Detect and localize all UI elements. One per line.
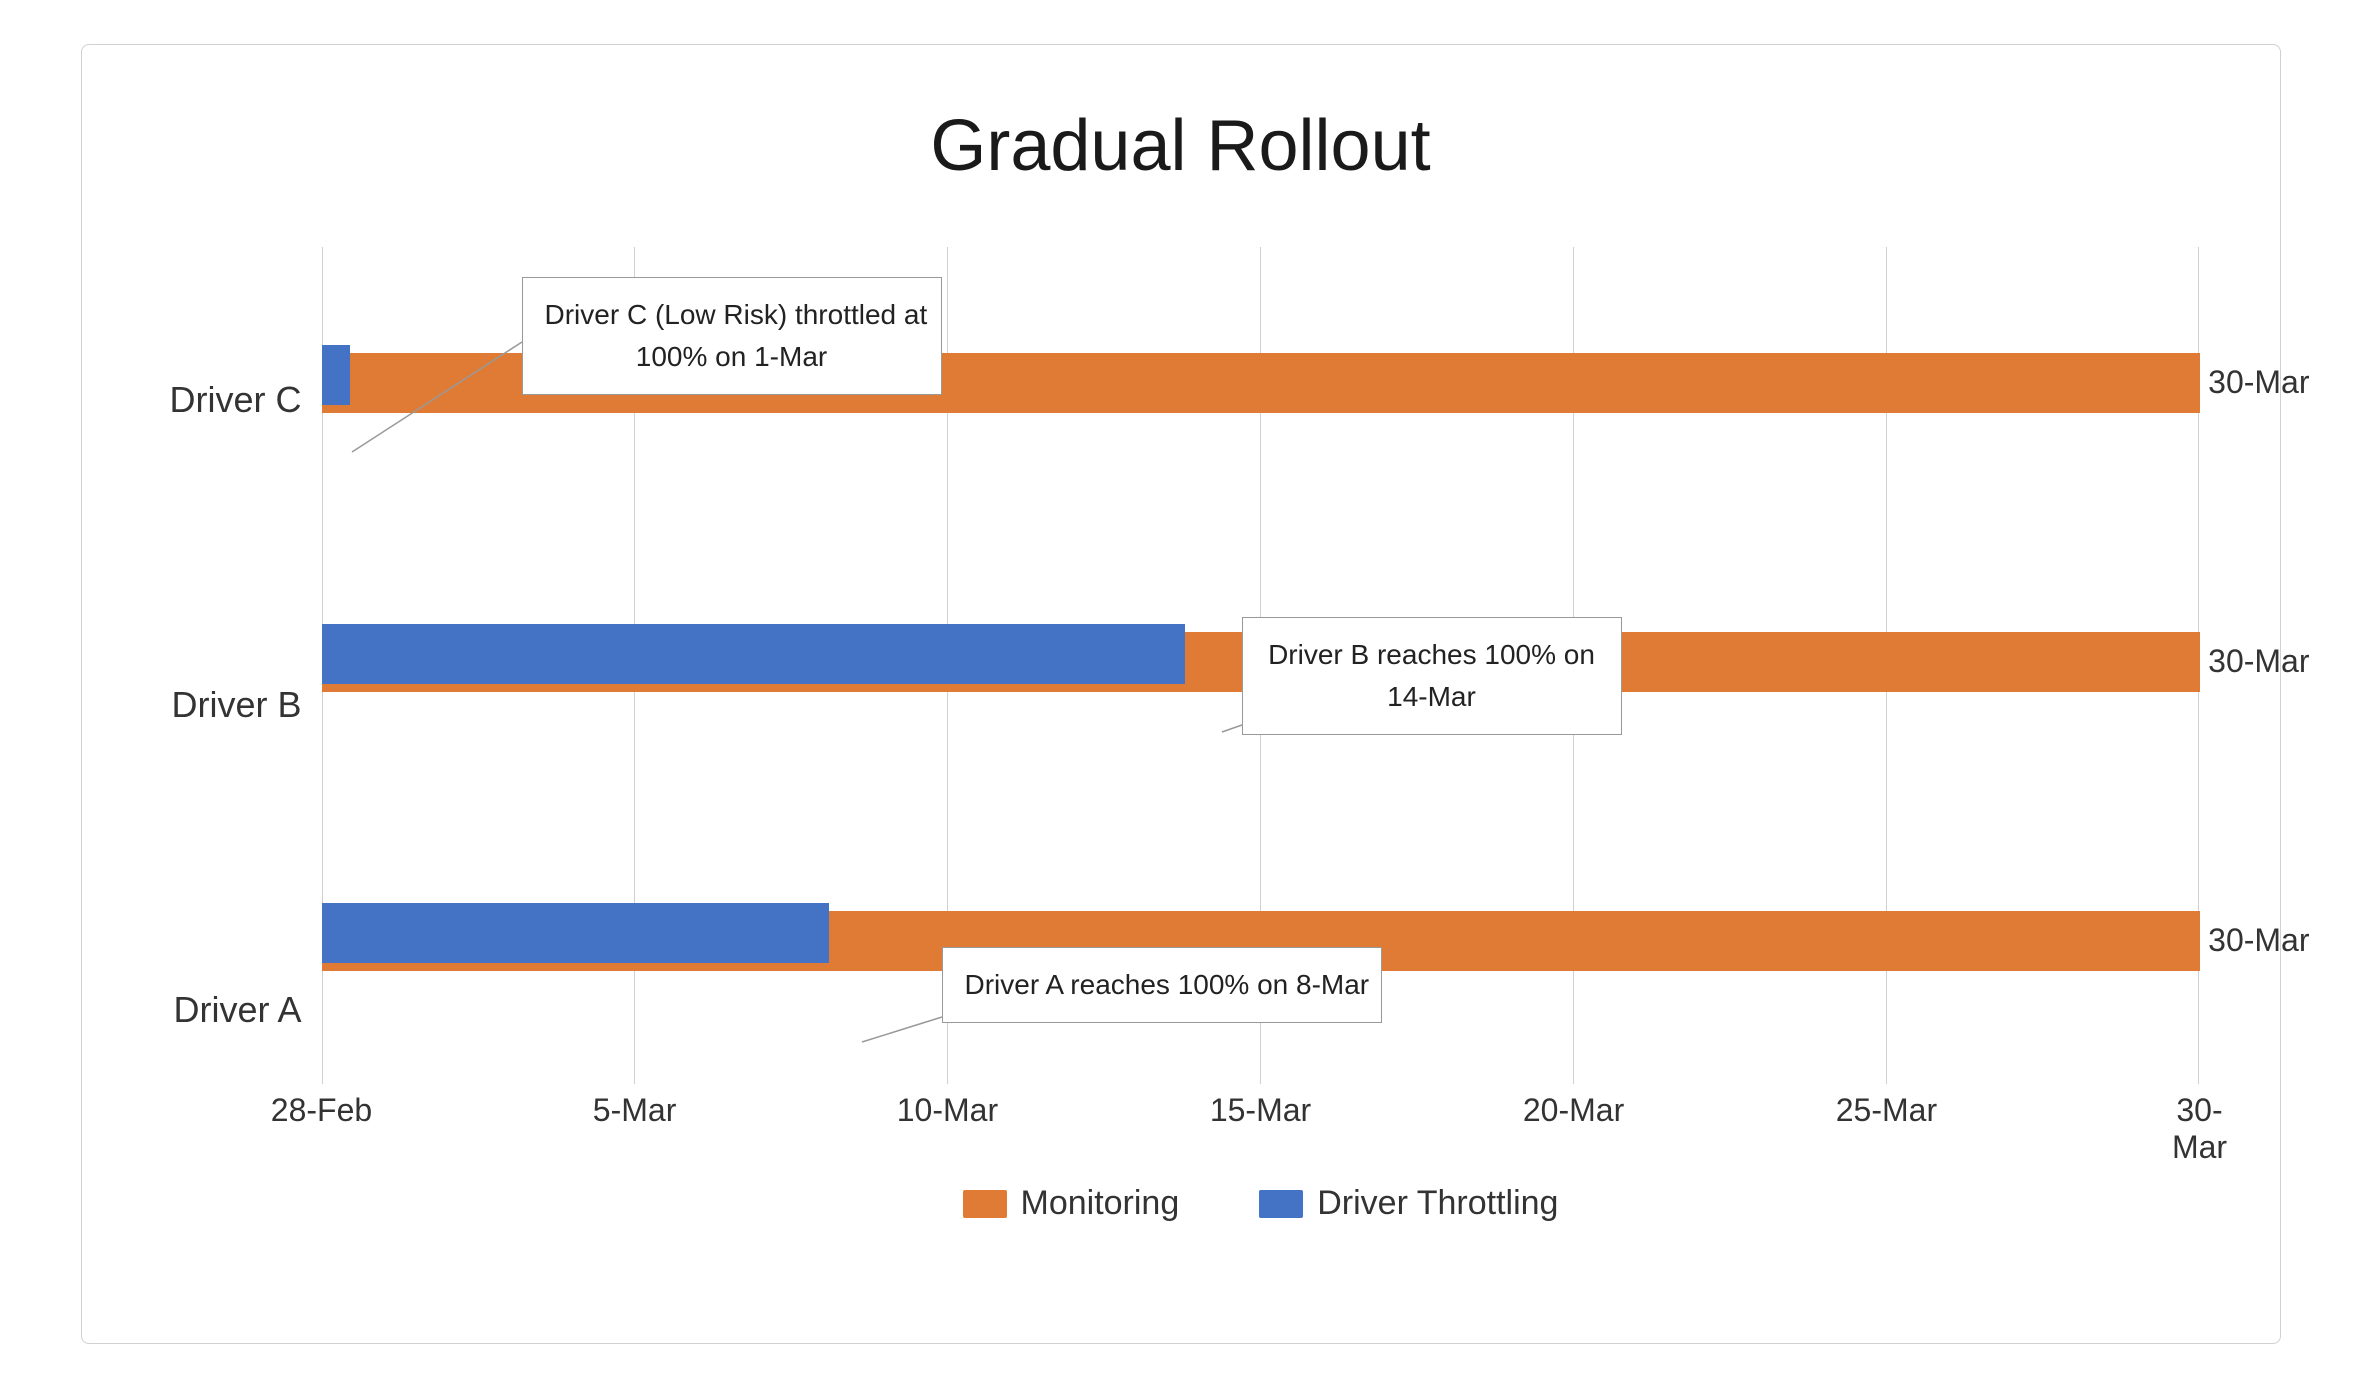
legend-item-monitoring: Monitoring	[963, 1184, 1180, 1223]
legend: Monitoring Driver Throttling	[322, 1184, 2200, 1223]
x-label-25mar: 25-Mar	[1836, 1092, 1937, 1129]
x-label-30mar: 30-Mar	[2172, 1092, 2227, 1166]
grid-and-bars: 30-Mar 30-Mar	[322, 247, 2200, 1144]
callout-driver-c: Driver C (Low Risk) throttled at100% on …	[522, 277, 942, 395]
legend-item-throttling: Driver Throttling	[1259, 1184, 1558, 1223]
x-label-5mar: 5-Mar	[593, 1092, 677, 1129]
bar-blue-a	[322, 903, 829, 963]
y-label-driver-c: Driver C	[162, 379, 322, 421]
bar-blue-b	[322, 624, 1186, 684]
y-label-driver-a: Driver A	[162, 989, 322, 1031]
legend-box-blue	[1259, 1190, 1303, 1218]
x-label-15mar: 15-Mar	[1210, 1092, 1311, 1129]
y-axis-labels: Driver C Driver B Driver A	[162, 247, 322, 1223]
date-label-c: 30-Mar	[2208, 353, 2309, 413]
x-axis: 28-Feb 5-Mar 10-Mar 15-Mar 20-Mar 25-Mar…	[322, 1084, 2200, 1144]
legend-monitoring-label: Monitoring	[1021, 1184, 1180, 1223]
chart-title: Gradual Rollout	[162, 105, 2200, 187]
chart-body: Driver C Driver B Driver A	[162, 247, 2200, 1223]
legend-box-orange	[963, 1190, 1007, 1218]
callout-driver-b: Driver B reaches 100% on14-Mar	[1242, 617, 1622, 735]
chart-plot-area: 30-Mar 30-Mar	[322, 247, 2200, 1223]
x-label-20mar: 20-Mar	[1523, 1092, 1624, 1129]
x-label-10mar: 10-Mar	[897, 1092, 998, 1129]
y-label-driver-b: Driver B	[162, 684, 322, 726]
chart-container: Gradual Rollout Driver C Driver B Driver…	[81, 44, 2281, 1344]
date-label-a: 30-Mar	[2208, 911, 2309, 971]
callout-driver-a: Driver A reaches 100% on 8-Mar	[942, 947, 1382, 1023]
bar-blue-c	[322, 345, 350, 405]
date-label-b: 30-Mar	[2208, 632, 2309, 692]
x-label-28feb: 28-Feb	[271, 1092, 372, 1129]
legend-throttling-label: Driver Throttling	[1317, 1184, 1558, 1223]
